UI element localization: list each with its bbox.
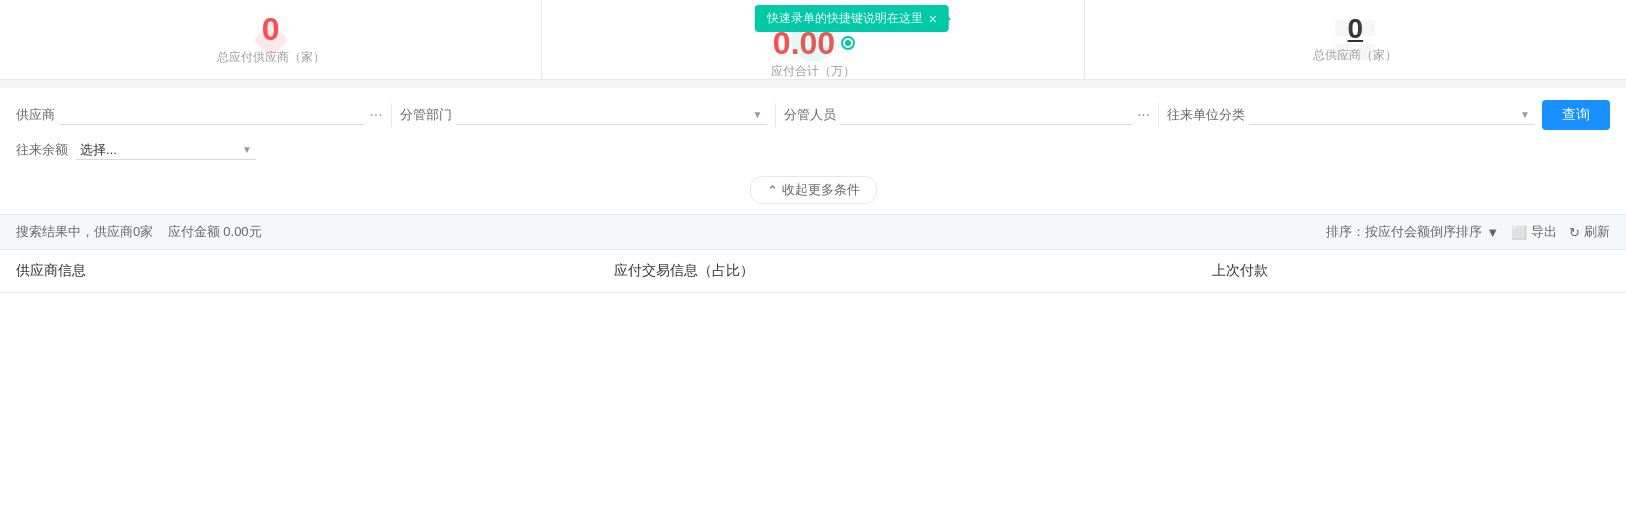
collapse-label: 收起更多条件: [782, 181, 860, 199]
dept-select[interactable]: [456, 105, 767, 124]
supplier-dots-btn[interactable]: ···: [369, 106, 382, 124]
table-body: [0, 293, 1626, 515]
filter-section: 供应商 ··· 分管部门 ▼ 分管人员 ··· 往来单位分类: [0, 88, 1626, 214]
tooltip-close-btn[interactable]: ×: [929, 12, 937, 26]
top-stats-bar: 0 总应付供应商（家） 快速录单的快捷键说明在这里 × 0.00 应付合计（万）…: [0, 0, 1626, 80]
collapse-up-icon: ⌃: [767, 183, 778, 198]
tooltip-bubble: 快速录单的快捷键说明在这里 ×: [755, 5, 949, 32]
supplier-input[interactable]: [59, 105, 365, 125]
sep-1: [391, 103, 392, 127]
sort-label: 排序：按应付会额倒序排序: [1326, 223, 1482, 241]
supplier-filter: 供应商 ···: [16, 105, 383, 125]
sep-3: [1158, 103, 1159, 127]
person-filter: 分管人员 ···: [784, 105, 1151, 125]
unit-class-filter: 往来单位分类 ▼: [1167, 105, 1534, 125]
svg-rect-6: [1359, 44, 1375, 60]
result-actions: 排序：按应付会额倒序排序 ▼ ⬜ 导出 ↻ 刷新: [1326, 223, 1610, 241]
table-col-supplier-info: 供应商信息: [16, 262, 614, 280]
tooltip-dot: [843, 38, 853, 48]
balance-select-wrapper: 选择... ▼: [76, 140, 256, 160]
supplier-label: 供应商: [16, 106, 55, 124]
table-section: 供应商信息 应付交易信息（占比） 上次付款: [0, 250, 1626, 515]
unit-class-select-wrapper: ▼: [1249, 105, 1534, 125]
person-label: 分管人员: [784, 106, 836, 124]
filter-row-1: 供应商 ··· 分管部门 ▼ 分管人员 ··· 往来单位分类: [16, 100, 1610, 130]
unit-class-select[interactable]: [1249, 105, 1534, 124]
filter-row-2: 往来余额 选择... ▼: [16, 140, 1610, 160]
query-button[interactable]: 查询: [1542, 100, 1610, 130]
svg-rect-3: [1335, 20, 1351, 36]
payable-total-card: 快速录单的快捷键说明在这里 × 0.00 应付合计（万）: [542, 0, 1084, 79]
collapse-bar: ⌃ 收起更多条件: [16, 170, 1610, 214]
table-col-payable-info: 应付交易信息（占比）: [614, 262, 1212, 280]
export-label: 导出: [1531, 223, 1557, 241]
refresh-label: 刷新: [1584, 223, 1610, 241]
dept-filter: 分管部门 ▼: [400, 105, 767, 125]
export-icon: ⬜: [1511, 225, 1527, 240]
svg-rect-4: [1359, 20, 1375, 36]
collapse-btn[interactable]: ⌃ 收起更多条件: [750, 176, 877, 204]
svg-point-2: [801, 32, 809, 40]
sort-dropdown[interactable]: 排序：按应付会额倒序排序 ▼: [1326, 223, 1499, 241]
person-input[interactable]: [840, 105, 1133, 125]
result-summary: 搜索结果中，供应商0家 应付金额 0.00元: [16, 223, 262, 241]
amount-text: 应付金额 0.00元: [168, 224, 262, 239]
svg-rect-0: [253, 22, 288, 57]
search-result-text: 搜索结果中，供应商0家: [16, 224, 153, 239]
balance-select[interactable]: 选择...: [76, 140, 256, 159]
total-suppliers-card: 0 总供应商（家）: [1085, 0, 1626, 79]
dept-select-wrapper: ▼: [456, 105, 767, 125]
refresh-icon: ↻: [1569, 225, 1580, 240]
result-bar: 搜索结果中，供应商0家 应付金额 0.00元 排序：按应付会额倒序排序 ▼ ⬜ …: [0, 214, 1626, 250]
refresh-btn[interactable]: ↻ 刷新: [1569, 223, 1610, 241]
tooltip-text: 快速录单的快捷键说明在这里: [767, 10, 923, 27]
person-dots-btn[interactable]: ···: [1137, 106, 1150, 124]
sep-2: [775, 103, 776, 127]
sort-chevron-icon: ▼: [1486, 225, 1499, 240]
dept-label: 分管部门: [400, 106, 452, 124]
table-col-last-payment: 上次付款: [1212, 262, 1611, 280]
balance-label: 往来余额: [16, 141, 68, 159]
svg-rect-5: [1335, 44, 1351, 60]
export-btn[interactable]: ⬜ 导出: [1511, 223, 1557, 241]
table-header: 供应商信息 应付交易信息（占比） 上次付款: [0, 250, 1626, 293]
unit-class-label: 往来单位分类: [1167, 106, 1245, 124]
payable-suppliers-card: 0 总应付供应商（家）: [0, 0, 542, 79]
